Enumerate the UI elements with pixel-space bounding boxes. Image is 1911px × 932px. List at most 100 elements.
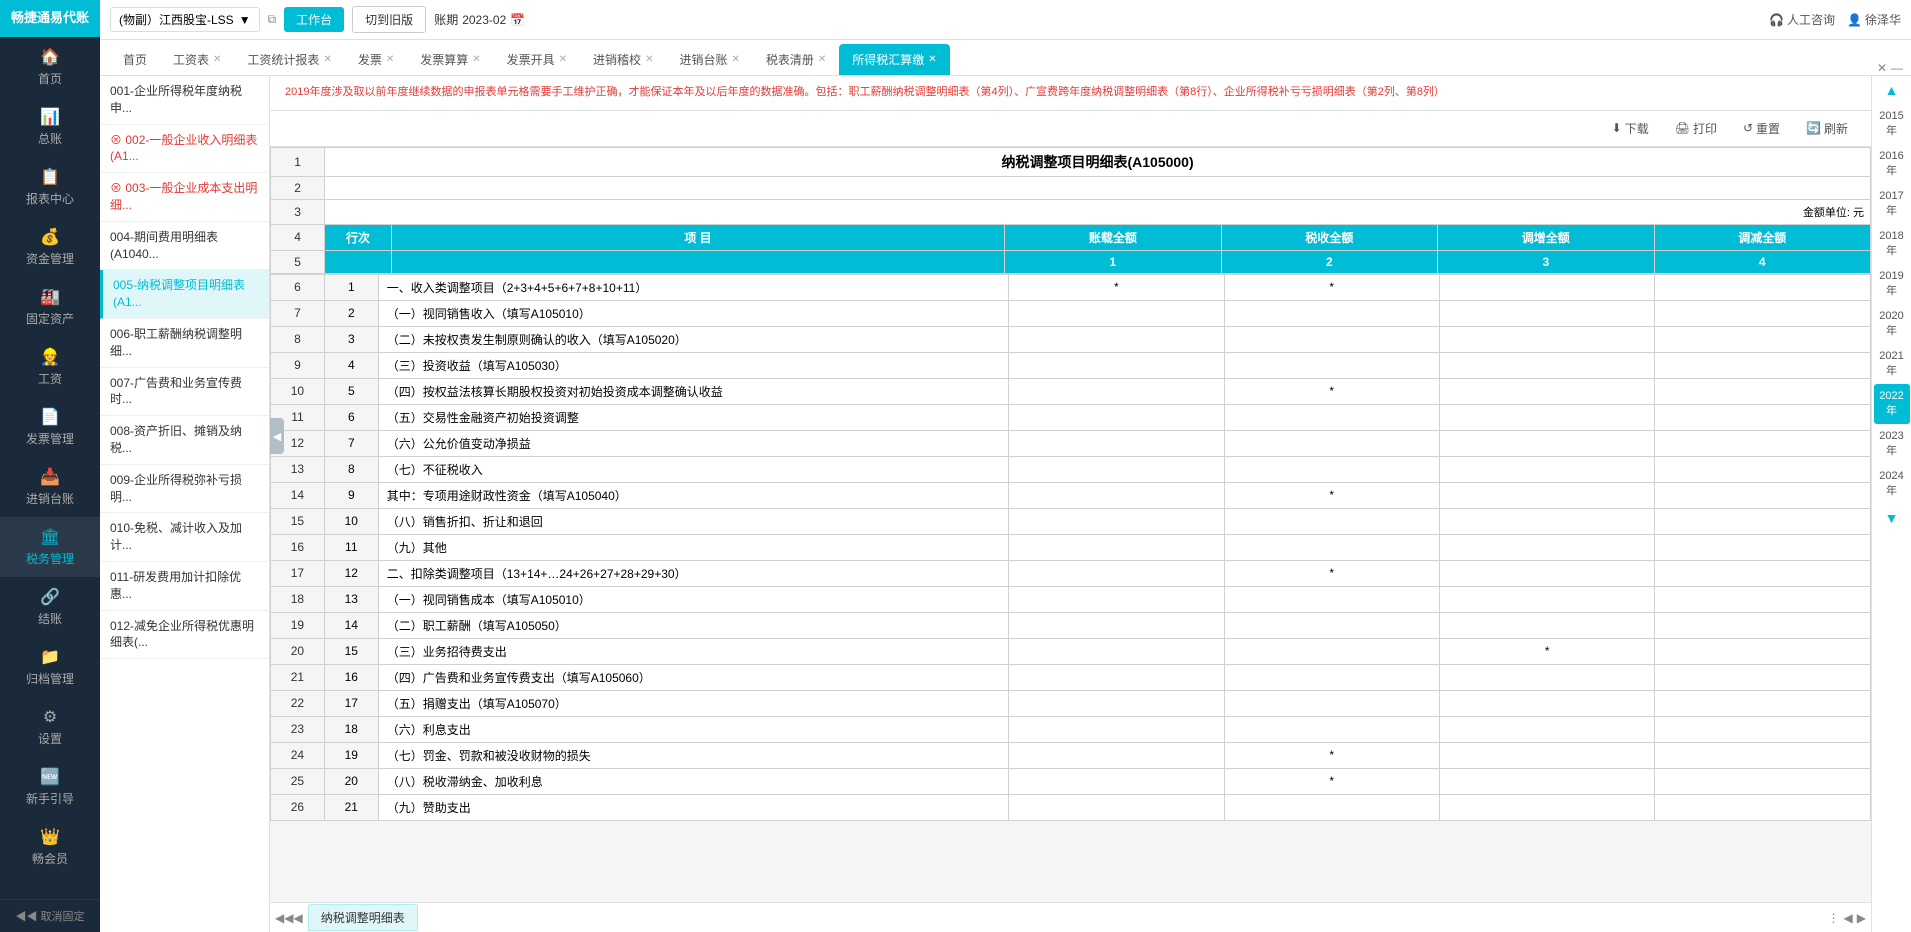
company-selector[interactable]: (物副）江西股宝-LSS ▼ <box>110 7 260 32</box>
year-item[interactable]: 2021年 <box>1874 344 1910 384</box>
col-d-cell[interactable] <box>1224 508 1439 534</box>
col-d-cell[interactable] <box>1224 794 1439 820</box>
tab-payroll[interactable]: 工资表 ✕ <box>160 44 234 75</box>
col-c-cell[interactable] <box>1009 378 1224 404</box>
sidebar-item-tax[interactable]: 🏛 税务管理 <box>0 517 100 577</box>
sidebar-item-vip[interactable]: 👑 畅会员 <box>0 817 100 877</box>
spreadsheet-table-area[interactable]: 1 纳税调整项目明细表(A105000) 2 3 金额单位 <box>270 147 1871 902</box>
sidebar-item-invoice[interactable]: 📄 发票管理 <box>0 397 100 457</box>
col-e-cell[interactable] <box>1440 404 1655 430</box>
refresh-button[interactable]: 🔄 刷新 <box>1798 117 1856 140</box>
col-c-cell[interactable] <box>1009 430 1224 456</box>
col-e-cell[interactable] <box>1440 664 1655 690</box>
left-item-002[interactable]: ⊗ 002-一般企业收入明细表(A1... <box>100 125 269 174</box>
col-f-cell[interactable] <box>1655 664 1871 690</box>
col-f-cell[interactable] <box>1655 690 1871 716</box>
col-e-cell[interactable] <box>1440 742 1655 768</box>
tab-payroll-stats-close[interactable]: ✕ <box>323 54 331 65</box>
col-d-cell[interactable]: * <box>1224 560 1439 586</box>
col-d-cell[interactable]: * <box>1224 274 1439 300</box>
col-d-cell[interactable] <box>1224 534 1439 560</box>
minimize-button[interactable]: — <box>1891 61 1903 75</box>
tab-invoice-issue-close[interactable]: ✕ <box>559 54 567 65</box>
tab-home[interactable]: 首页 <box>110 44 160 75</box>
col-e-cell[interactable] <box>1440 768 1655 794</box>
col-e-cell[interactable] <box>1440 300 1655 326</box>
col-e-cell[interactable]: * <box>1440 638 1655 664</box>
col-e-cell[interactable] <box>1440 378 1655 404</box>
col-f-cell[interactable] <box>1655 794 1871 820</box>
col-c-cell[interactable] <box>1009 300 1224 326</box>
tab-verify[interactable]: 进销稽校 ✕ <box>580 44 666 75</box>
item-cell[interactable]: （一）视同销售收入（填写A105010） <box>378 300 1008 326</box>
col-c-cell[interactable] <box>1009 612 1224 638</box>
tab-income-tax-close[interactable]: ✕ <box>928 54 936 65</box>
item-cell[interactable]: （八）税收滞纳金、加收利息 <box>378 768 1008 794</box>
col-e-cell[interactable] <box>1440 430 1655 456</box>
col-e-cell[interactable] <box>1440 612 1655 638</box>
sheet-nav-left[interactable]: ◀◀◀ <box>275 911 303 925</box>
col-d-cell[interactable]: * <box>1224 482 1439 508</box>
year-item[interactable]: 2022年 <box>1874 384 1910 424</box>
col-e-cell[interactable] <box>1440 274 1655 300</box>
year-item[interactable]: 2024年 <box>1874 464 1910 504</box>
col-d-cell[interactable] <box>1224 612 1439 638</box>
year-item[interactable]: 2019年 <box>1874 264 1910 304</box>
item-cell[interactable]: （四）广告费和业务宣传费支出（填写A105060） <box>378 664 1008 690</box>
col-f-cell[interactable] <box>1655 352 1871 378</box>
year-item[interactable]: 2020年 <box>1874 304 1910 344</box>
col-f-cell[interactable] <box>1655 534 1871 560</box>
col-f-cell[interactable] <box>1655 404 1871 430</box>
item-cell[interactable]: （八）销售折扣、折让和退回 <box>378 508 1008 534</box>
user-avatar[interactable]: 👤 徐泽华 <box>1847 11 1901 28</box>
year-item[interactable]: 2018年 <box>1874 224 1910 264</box>
left-item-001[interactable]: 001-企业所得税年度纳税申... <box>100 76 269 125</box>
download-button[interactable]: ⬇ 下载 <box>1604 117 1657 140</box>
col-c-cell[interactable] <box>1009 534 1224 560</box>
item-cell[interactable]: （二）职工薪酬（填写A105050） <box>378 612 1008 638</box>
tab-invoice[interactable]: 发票 ✕ <box>345 44 407 75</box>
col-f-cell[interactable] <box>1655 430 1871 456</box>
left-item-010[interactable]: 010-免税、减计收入及加计... <box>100 513 269 562</box>
col-d-cell[interactable] <box>1224 690 1439 716</box>
sidebar-item-assets[interactable]: 🏭 固定资产 <box>0 277 100 337</box>
col-c-cell[interactable] <box>1009 560 1224 586</box>
col-c-cell[interactable] <box>1009 638 1224 664</box>
reset-button[interactable]: ↺ 重置 <box>1735 117 1788 140</box>
col-e-cell[interactable] <box>1440 794 1655 820</box>
item-cell[interactable]: （九）其他 <box>378 534 1008 560</box>
item-cell[interactable]: （三）投资收益（填写A105030） <box>378 352 1008 378</box>
col-c-cell[interactable] <box>1009 768 1224 794</box>
item-cell[interactable]: （二）未按权责发生制原则确认的收入（填写A105020） <box>378 326 1008 352</box>
col-f-cell[interactable] <box>1655 768 1871 794</box>
sidebar-item-payroll[interactable]: 👷 工资 <box>0 337 100 397</box>
left-item-012[interactable]: 012-减免企业所得税优惠明细表(... <box>100 611 269 660</box>
tab-verify-close[interactable]: ✕ <box>645 54 653 65</box>
col-f-cell[interactable] <box>1655 326 1871 352</box>
col-d-cell[interactable] <box>1224 716 1439 742</box>
sidebar-item-close-accounts[interactable]: 🔗 结账 <box>0 577 100 637</box>
col-d-cell[interactable] <box>1224 456 1439 482</box>
col-c-cell[interactable] <box>1009 716 1224 742</box>
left-item-009[interactable]: 009-企业所得税弥补亏损明... <box>100 465 269 514</box>
tab-sales-ledger[interactable]: 进销台账 ✕ <box>666 44 752 75</box>
collapse-panel-button[interactable]: ◀ <box>270 418 284 454</box>
col-c-cell[interactable] <box>1009 404 1224 430</box>
col-d-cell[interactable]: * <box>1224 378 1439 404</box>
item-cell[interactable]: （七）罚金、罚款和被没收财物的损失 <box>378 742 1008 768</box>
left-item-003[interactable]: ⊗ 003-一般企业成本支出明细... <box>100 173 269 222</box>
sidebar-item-finance[interactable]: 💰 资金管理 <box>0 217 100 277</box>
sidebar-item-general-ledger[interactable]: 📊 总账 <box>0 97 100 157</box>
col-e-cell[interactable] <box>1440 716 1655 742</box>
col-d-cell[interactable] <box>1224 352 1439 378</box>
col-e-cell[interactable] <box>1440 482 1655 508</box>
col-d-cell[interactable]: * <box>1224 742 1439 768</box>
col-f-cell[interactable] <box>1655 456 1871 482</box>
tab-invoice-calc-close[interactable]: ✕ <box>472 54 480 65</box>
col-e-cell[interactable] <box>1440 326 1655 352</box>
col-e-cell[interactable] <box>1440 352 1655 378</box>
col-c-cell[interactable] <box>1009 794 1224 820</box>
col-f-cell[interactable] <box>1655 638 1871 664</box>
col-c-cell[interactable] <box>1009 482 1224 508</box>
col-d-cell[interactable]: * <box>1224 768 1439 794</box>
